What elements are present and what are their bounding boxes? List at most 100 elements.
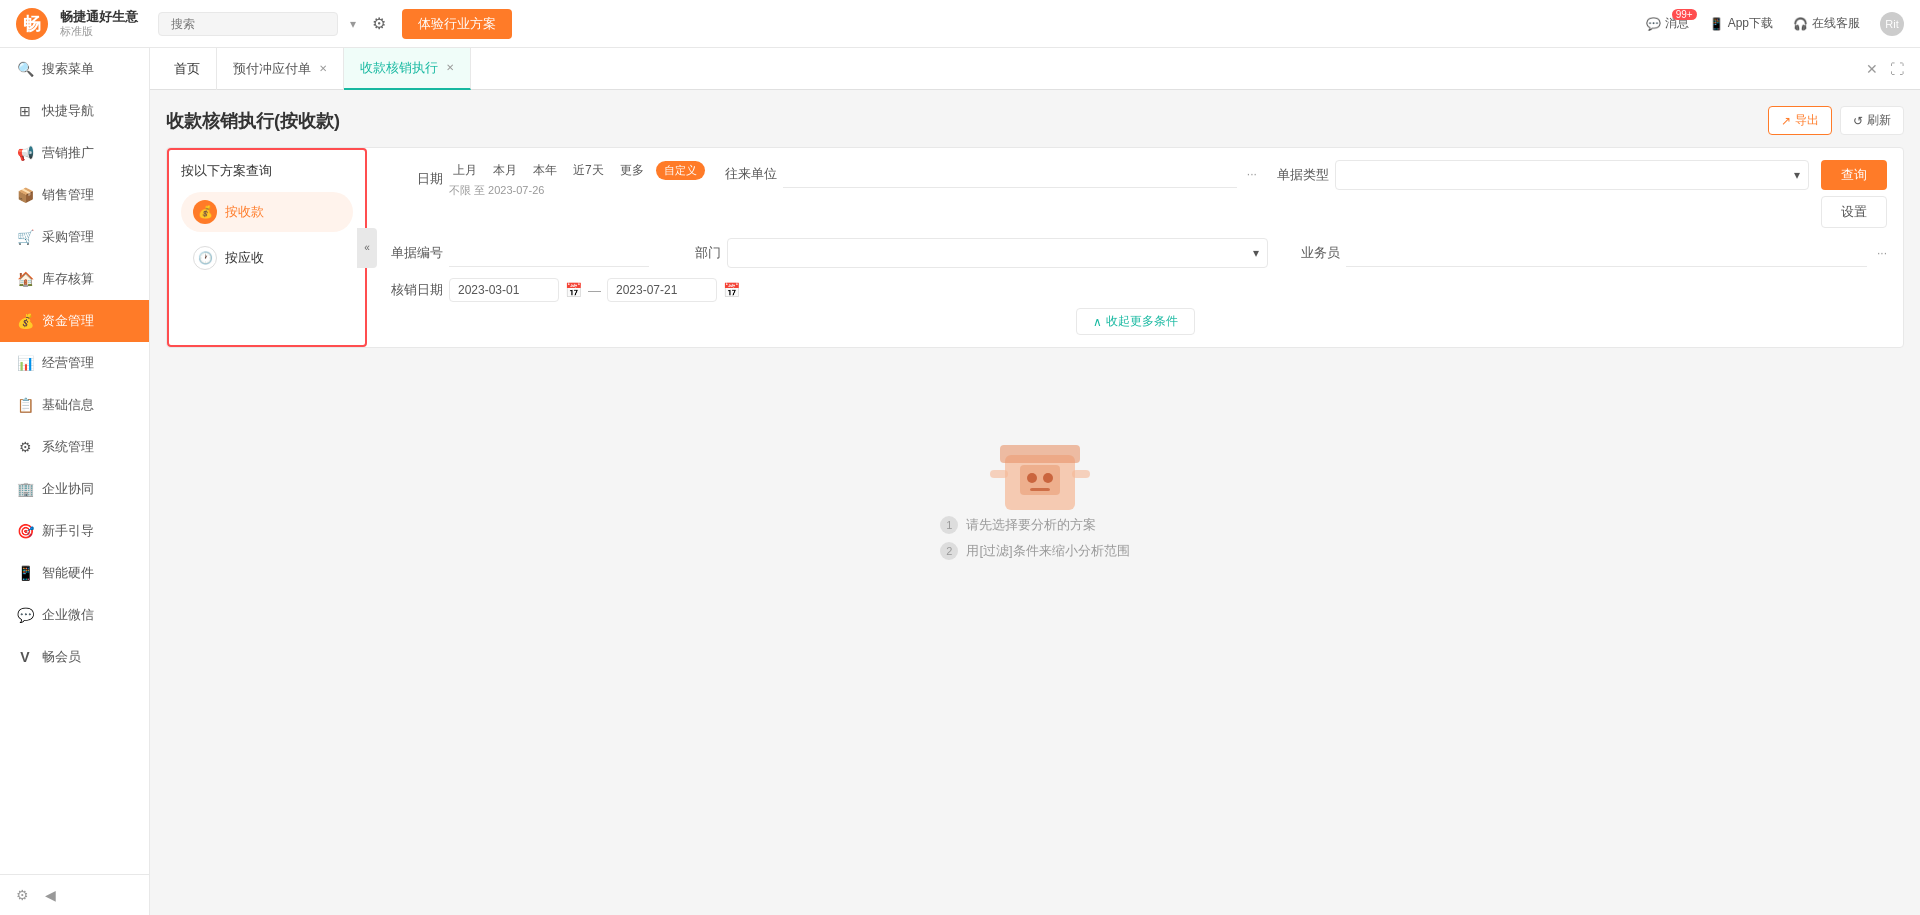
tab-writeoff[interactable]: 收款核销执行 ✕ <box>344 48 471 90</box>
svg-rect-7 <box>1072 470 1090 478</box>
sidebar-label-guide: 新手引导 <box>42 522 94 540</box>
user-item[interactable]: Rit <box>1880 12 1904 36</box>
setting-button[interactable]: 设置 <box>1821 196 1887 228</box>
date-more[interactable]: 更多 <box>616 160 648 181</box>
main-layout: 🔍 搜索菜单 ⊞ 快捷导航 📢 营销推广 📦 销售管理 🛒 采购管理 🏠 库存核… <box>0 48 1920 915</box>
filter-container: 按以下方案查询 💰 按收款 🕐 按应收 « <box>166 147 1904 348</box>
date-7days[interactable]: 近7天 <box>569 160 608 181</box>
date-custom[interactable]: 自定义 <box>656 161 705 180</box>
query-panel: 按以下方案查询 💰 按收款 🕐 按应收 « <box>167 148 367 347</box>
query-option-receivable[interactable]: 🕐 按应收 <box>181 238 353 278</box>
search-chevron-icon[interactable]: ▾ <box>350 17 356 31</box>
cal-end-icon[interactable]: 📅 <box>723 282 740 298</box>
doc-no-input[interactable] <box>449 239 649 267</box>
sidebar-item-quick-nav[interactable]: ⊞ 快捷导航 <box>0 90 149 132</box>
receivable-option-icon: 🕐 <box>193 246 217 270</box>
service-item[interactable]: 🎧 在线客服 <box>1793 15 1860 32</box>
verify-date-start-input[interactable] <box>449 278 559 302</box>
counterpart-label: 往来单位 <box>717 165 777 183</box>
svg-rect-6 <box>990 470 1008 478</box>
staff-dots: ··· <box>1877 246 1887 260</box>
date-this-month[interactable]: 本月 <box>489 160 521 181</box>
filter-right: 日期 上月 本月 本年 近7天 更多 自定义 不限 至 <box>367 148 1903 347</box>
dept-select[interactable]: ▾ <box>727 238 1268 268</box>
refresh-button[interactable]: ↺ 刷新 <box>1840 106 1904 135</box>
tab-writeoff-close-icon[interactable]: ✕ <box>446 62 454 73</box>
sidebar-item-system[interactable]: ⚙ 系统管理 <box>0 426 149 468</box>
date-last-month[interactable]: 上月 <box>449 160 481 181</box>
tab-home[interactable]: 首页 <box>158 48 217 90</box>
sidebar-label-enterprise: 企业协同 <box>42 480 94 498</box>
date-this-year[interactable]: 本年 <box>529 160 561 181</box>
finance-icon: 💰 <box>16 313 34 329</box>
gear-icon[interactable]: ⚙ <box>372 14 386 33</box>
tab-writeoff-label: 收款核销执行 <box>360 59 438 77</box>
app-icon: 📱 <box>1709 17 1724 31</box>
tab-prepay-label: 预付冲应付单 <box>233 60 311 78</box>
sidebar-label-system: 系统管理 <box>42 438 94 456</box>
sidebar-item-finance[interactable]: 💰 资金管理 <box>0 300 149 342</box>
sidebar-item-guide[interactable]: 🎯 新手引导 <box>0 510 149 552</box>
avatar: Rit <box>1880 12 1904 36</box>
app-download-item[interactable]: 📱 App下载 <box>1709 15 1773 32</box>
date-unlimited: 不限 至 2023-07-26 <box>449 183 705 198</box>
sidebar-item-search-menu[interactable]: 🔍 搜索菜单 <box>0 48 149 90</box>
settings-bottom-icon[interactable]: ⚙ <box>16 887 29 903</box>
sidebar-item-hardware[interactable]: 📱 智能硬件 <box>0 552 149 594</box>
collapse-more-icon: ∧ <box>1093 315 1102 329</box>
search-input[interactable] <box>158 12 338 36</box>
dept-label: 部门 <box>661 244 721 262</box>
doc-no-filter: 单据编号 <box>383 239 649 267</box>
collapse-more-button[interactable]: ∧ 收起更多条件 <box>1076 308 1195 335</box>
step1-num: 1 <box>940 516 958 534</box>
export-icon: ↗ <box>1781 114 1791 128</box>
verify-date-filter: 核销日期 📅 — 📅 <box>383 278 740 302</box>
sidebar-item-purchase[interactable]: 🛒 采购管理 <box>0 216 149 258</box>
sidebar-item-basic-info[interactable]: 📋 基础信息 <box>0 384 149 426</box>
wechat-icon: 💬 <box>16 607 34 623</box>
tab-prepay-close-icon[interactable]: ✕ <box>319 63 327 74</box>
sidebar-item-operations[interactable]: 📊 经营管理 <box>0 342 149 384</box>
purchase-icon: 🛒 <box>16 229 34 245</box>
dept-filter: 部门 ▾ <box>661 238 1268 268</box>
collapse-sidebar-icon[interactable]: ◀ <box>45 887 56 903</box>
verify-date-end-input[interactable] <box>607 278 717 302</box>
query-panel-title: 按以下方案查询 <box>181 162 353 180</box>
sidebar-label-marketing: 营销推广 <box>42 144 94 162</box>
query-button[interactable]: 查询 <box>1821 160 1887 190</box>
sidebar-label-search-menu: 搜索菜单 <box>42 60 94 78</box>
staff-filter: 业务员 ··· <box>1280 239 1887 267</box>
step2-num: 2 <box>940 542 958 560</box>
quick-nav-icon: ⊞ <box>16 103 34 119</box>
export-button[interactable]: ↗ 导出 <box>1768 106 1832 135</box>
sidebar-item-marketing[interactable]: 📢 营销推广 <box>0 132 149 174</box>
sidebar: 🔍 搜索菜单 ⊞ 快捷导航 📢 营销推广 📦 销售管理 🛒 采购管理 🏠 库存核… <box>0 48 150 915</box>
query-option-receipt[interactable]: 💰 按收款 <box>181 192 353 232</box>
message-badge: 99+ <box>1672 9 1697 20</box>
messages-item[interactable]: 💬 消息 99+ <box>1646 15 1689 32</box>
counterpart-input[interactable] <box>783 160 1237 188</box>
sidebar-item-enterprise[interactable]: 🏢 企业协同 <box>0 468 149 510</box>
collapse-panel-button[interactable]: « <box>357 228 377 268</box>
content-area: 首页 预付冲应付单 ✕ 收款核销执行 ✕ ✕ ⛶ 收款核销执行(按收款) <box>150 48 1920 915</box>
cal-start-icon[interactable]: 📅 <box>565 282 582 298</box>
sidebar-item-sales[interactable]: 📦 销售管理 <box>0 174 149 216</box>
sidebar-item-member[interactable]: V 畅会员 <box>0 636 149 678</box>
inventory-icon: 🏠 <box>16 271 34 287</box>
doc-type-select[interactable]: ▾ <box>1335 160 1809 190</box>
topbar-right: 💬 消息 99+ 📱 App下载 🎧 在线客服 Rit <box>1646 12 1904 36</box>
sidebar-item-wechat[interactable]: 💬 企业微信 <box>0 594 149 636</box>
doc-type-arrow: ▾ <box>1794 168 1800 182</box>
sidebar-label-operations: 经营管理 <box>42 354 94 372</box>
sidebar-item-inventory[interactable]: 🏠 库存核算 <box>0 258 149 300</box>
staff-input[interactable] <box>1346 239 1867 267</box>
solution-button[interactable]: 体验行业方案 <box>402 9 512 39</box>
refresh-icon: ↺ <box>1853 114 1863 128</box>
tab-prepay[interactable]: 预付冲应付单 ✕ <box>217 48 344 90</box>
page-header: 收款核销执行(按收款) ↗ 导出 ↺ 刷新 <box>166 106 1904 135</box>
tab-expand-icon[interactable]: ⛶ <box>1890 61 1904 77</box>
empty-illustration <box>985 420 1085 500</box>
sidebar-label-wechat: 企业微信 <box>42 606 94 624</box>
date-filter-group: 日期 上月 本月 本年 近7天 更多 自定义 不限 至 <box>383 160 705 198</box>
tab-close-all-icon[interactable]: ✕ <box>1866 61 1878 77</box>
